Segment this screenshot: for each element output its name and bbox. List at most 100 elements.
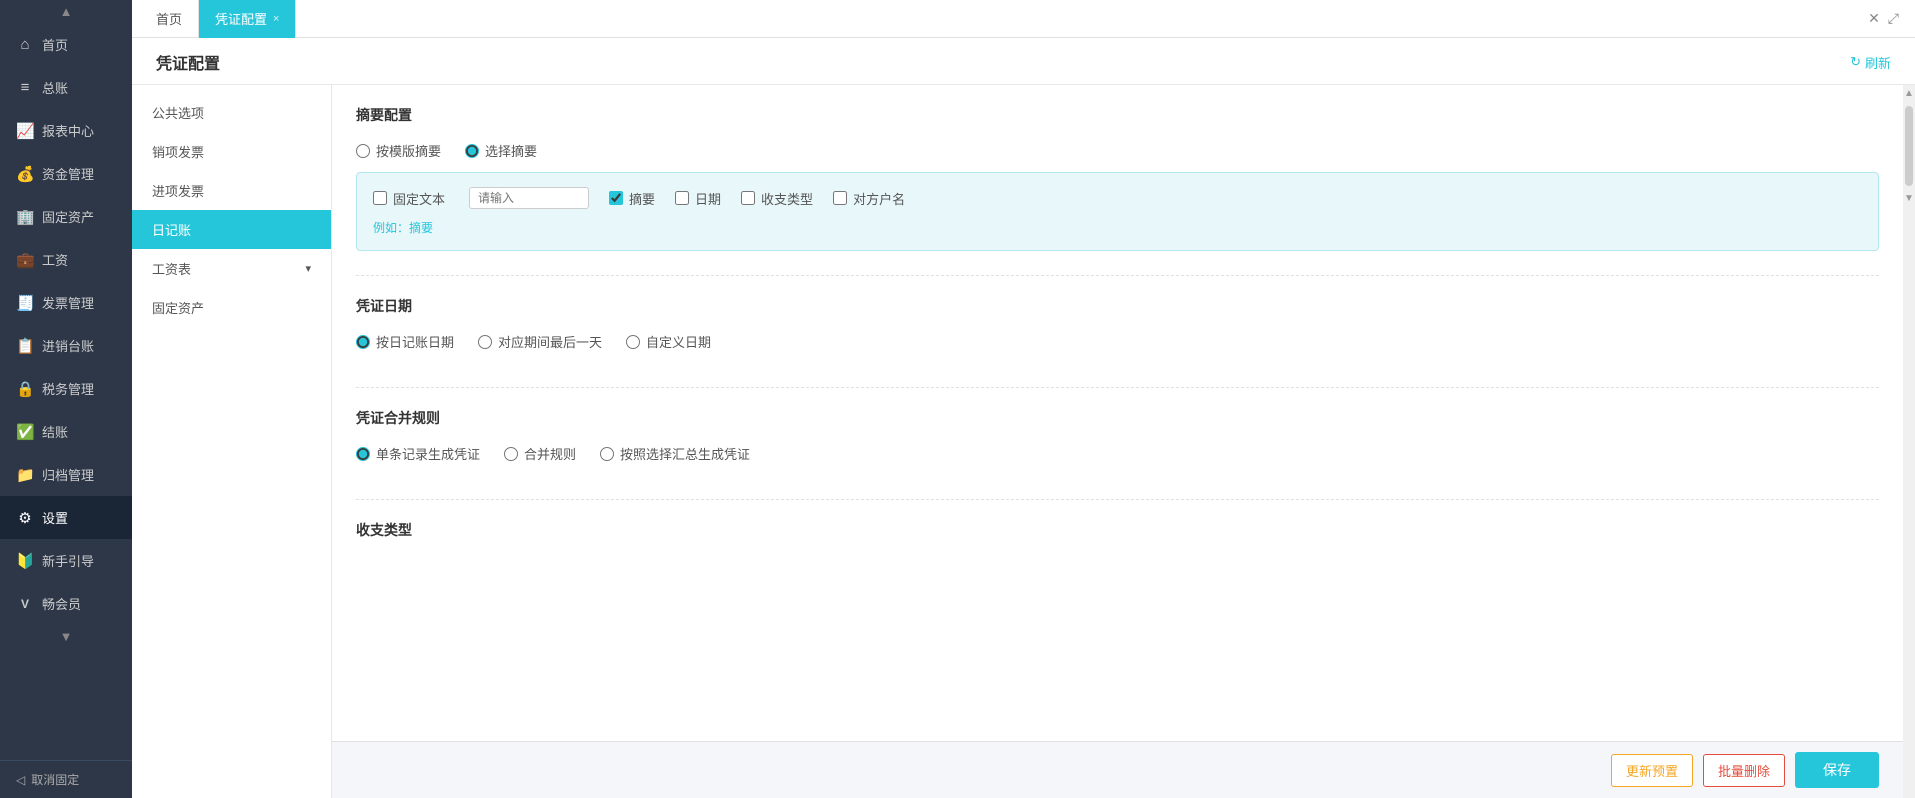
example-text: 例如：摘要 — [373, 219, 1862, 236]
member-icon: V — [16, 597, 34, 611]
sales-ledger-icon: 📋 — [16, 337, 34, 355]
batch-delete-button[interactable]: 批量删除 — [1703, 754, 1785, 787]
left-nav-sales-invoice[interactable]: 销项发票 — [132, 132, 331, 171]
merge-option1[interactable]: 单条记录生成凭证 — [356, 444, 480, 463]
summary-radio-1[interactable] — [356, 144, 370, 158]
home-icon: ⌂ — [16, 36, 34, 53]
pin-icon: ◁ — [16, 773, 25, 787]
right-content: 摘要配置 按模版摘要 选择摘要 — [332, 85, 1903, 741]
scroll-down-arrow[interactable]: ▼ — [1901, 190, 1915, 207]
voucher-date-option3[interactable]: 自定义日期 — [626, 332, 711, 351]
content-area: 公共选项 销项发票 进项发票 日记账 工资表 ▾ 固定资产 — [132, 85, 1915, 798]
tab-active-label: 凭证配置 — [215, 9, 267, 28]
reports-icon: 📈 — [16, 122, 34, 140]
left-nav-purchase-invoice[interactable]: 进项发票 — [132, 171, 331, 210]
merge-radio-3[interactable] — [600, 447, 614, 461]
sidebar: ▲ ⌂ 首页 ≡ 总账 📈 报表中心 💰 资金管理 🏢 固定资产 💼 工资 🧾 … — [0, 0, 132, 798]
income-type-checkbox[interactable]: 收支类型 — [741, 189, 813, 208]
merge-rules-section: 凭证合并规则 单条记录生成凭证 合并规则 按照选择汇总生成凭证 — [356, 408, 1879, 500]
sidebar-item-label: 结账 — [42, 422, 68, 441]
sidebar-item-sales-ledger[interactable]: 📋 进销台账 — [0, 324, 132, 367]
sidebar-item-guide[interactable]: 🔰 新手引导 — [0, 539, 132, 582]
sidebar-item-assets[interactable]: 🏢 固定资产 — [0, 195, 132, 238]
summary-option1[interactable]: 按模版摘要 — [356, 141, 441, 160]
save-button[interactable]: 保存 — [1795, 752, 1879, 788]
counterpart-checkbox[interactable]: 对方户名 — [833, 189, 905, 208]
fixed-text-checkbox[interactable]: 固定文本 — [373, 189, 445, 208]
voucher-date-option2[interactable]: 对应期间最后一天 — [478, 332, 602, 351]
summary-options-box: 固定文本 摘要 日期 — [356, 172, 1879, 251]
summary-check-input[interactable] — [609, 191, 623, 205]
left-nav-payroll[interactable]: 工资表 ▾ — [132, 249, 331, 288]
left-nav: 公共选项 销项发票 进项发票 日记账 工资表 ▾ 固定资产 — [132, 85, 332, 798]
income-type-check-input[interactable] — [741, 191, 755, 205]
refresh-button[interactable]: ↻ 刷新 — [1850, 53, 1891, 72]
merge-option2[interactable]: 合并规则 — [504, 444, 576, 463]
voucher-date-radio-1[interactable] — [356, 335, 370, 349]
merge-option3[interactable]: 按照选择汇总生成凭证 — [600, 444, 750, 463]
sidebar-item-home[interactable]: ⌂ 首页 — [0, 23, 132, 66]
sidebar-item-label: 报表中心 — [42, 121, 94, 140]
sidebar-scroll-down[interactable]: ▼ — [0, 625, 132, 648]
counterpart-check-input[interactable] — [833, 191, 847, 205]
voucher-date-radio-2[interactable] — [478, 335, 492, 349]
sidebar-item-label: 工资 — [42, 250, 68, 269]
merge-radio-1[interactable] — [356, 447, 370, 461]
sidebar-item-archive[interactable]: 📁 归档管理 — [0, 453, 132, 496]
voucher-date-option1[interactable]: 按日记账日期 — [356, 332, 454, 351]
page-title: 凭证配置 — [156, 50, 220, 74]
window-maximize-icon[interactable]: ⤢ — [1888, 10, 1899, 27]
fixed-text-input[interactable] — [373, 191, 387, 205]
date-checkbox[interactable]: 日期 — [675, 189, 721, 208]
sidebar-item-tax[interactable]: 🔒 税务管理 — [0, 367, 132, 410]
sidebar-item-member[interactable]: V 畅会员 — [0, 582, 132, 625]
voucher-date-radio-3[interactable] — [626, 335, 640, 349]
left-nav-fixed-assets[interactable]: 固定资产 — [132, 288, 331, 327]
tab-bar: 首页 凭证配置 × ✕ ⤢ — [132, 0, 1915, 38]
sidebar-scroll-up[interactable]: ▲ — [0, 0, 132, 23]
left-nav-public[interactable]: 公共选项 — [132, 93, 331, 132]
left-nav-diary[interactable]: 日记账 — [132, 210, 331, 249]
summary-option2[interactable]: 选择摘要 — [465, 141, 537, 160]
sidebar-item-salary[interactable]: 💼 工资 — [0, 238, 132, 281]
update-preview-button[interactable]: 更新预置 — [1611, 754, 1693, 787]
tab-voucher-config[interactable]: 凭证配置 × — [199, 0, 296, 38]
voucher-date-section: 凭证日期 按日记账日期 对应期间最后一天 自定义日期 — [356, 296, 1879, 388]
sidebar-item-checkout[interactable]: ✅ 结账 — [0, 410, 132, 453]
refresh-label: 刷新 — [1865, 53, 1891, 72]
capital-icon: 💰 — [16, 165, 34, 183]
sidebar-item-settings[interactable]: ⚙ 设置 — [0, 496, 132, 539]
tab-home[interactable]: 首页 — [140, 0, 199, 38]
summary-checkbox[interactable]: 摘要 — [609, 189, 655, 208]
summary-config-section: 摘要配置 按模版摘要 选择摘要 — [356, 105, 1879, 276]
scroll-up-arrow[interactable]: ▲ — [1901, 85, 1915, 102]
chevron-down-icon: ▾ — [305, 262, 311, 275]
date-check-input[interactable] — [675, 191, 689, 205]
sidebar-item-label: 固定资产 — [42, 207, 94, 226]
tab-close-icon[interactable]: × — [273, 13, 279, 25]
sidebar-item-label: 税务管理 — [42, 379, 94, 398]
archive-icon: 📁 — [16, 466, 34, 484]
sidebar-unpin-button[interactable]: ◁ 取消固定 — [0, 760, 132, 798]
bottom-bar: 更新预置 批量删除 保存 — [332, 741, 1903, 798]
sidebar-item-label: 设置 — [42, 508, 68, 527]
summary-checkbox-row: 固定文本 摘要 日期 — [373, 187, 1862, 209]
merge-radio-2[interactable] — [504, 447, 518, 461]
page-header: 凭证配置 ↻ 刷新 — [132, 38, 1915, 85]
sidebar-item-ledger[interactable]: ≡ 总账 — [0, 66, 132, 109]
sidebar-item-label: 发票管理 — [42, 293, 94, 312]
voucher-date-radio-group: 按日记账日期 对应期间最后一天 自定义日期 — [356, 332, 1879, 351]
sidebar-item-reports[interactable]: 📈 报表中心 — [0, 109, 132, 152]
window-close-icon[interactable]: ✕ — [1868, 10, 1880, 27]
tab-right-actions: ✕ ⤢ — [1868, 10, 1907, 27]
sidebar-item-label: 畅会员 — [42, 594, 81, 613]
fixed-text-field[interactable] — [469, 187, 589, 209]
summary-radio-2[interactable] — [465, 144, 479, 158]
tax-icon: 🔒 — [16, 380, 34, 398]
scroll-thumb[interactable] — [1905, 106, 1913, 186]
sidebar-bottom-label: 取消固定 — [31, 771, 79, 788]
sidebar-item-capital[interactable]: 💰 资金管理 — [0, 152, 132, 195]
sidebar-item-invoice-mgmt[interactable]: 🧾 发票管理 — [0, 281, 132, 324]
sidebar-item-label: 新手引导 — [42, 551, 94, 570]
main-area: 首页 凭证配置 × ✕ ⤢ 凭证配置 ↻ 刷新 公共选项 销项发票 进项 — [132, 0, 1915, 798]
